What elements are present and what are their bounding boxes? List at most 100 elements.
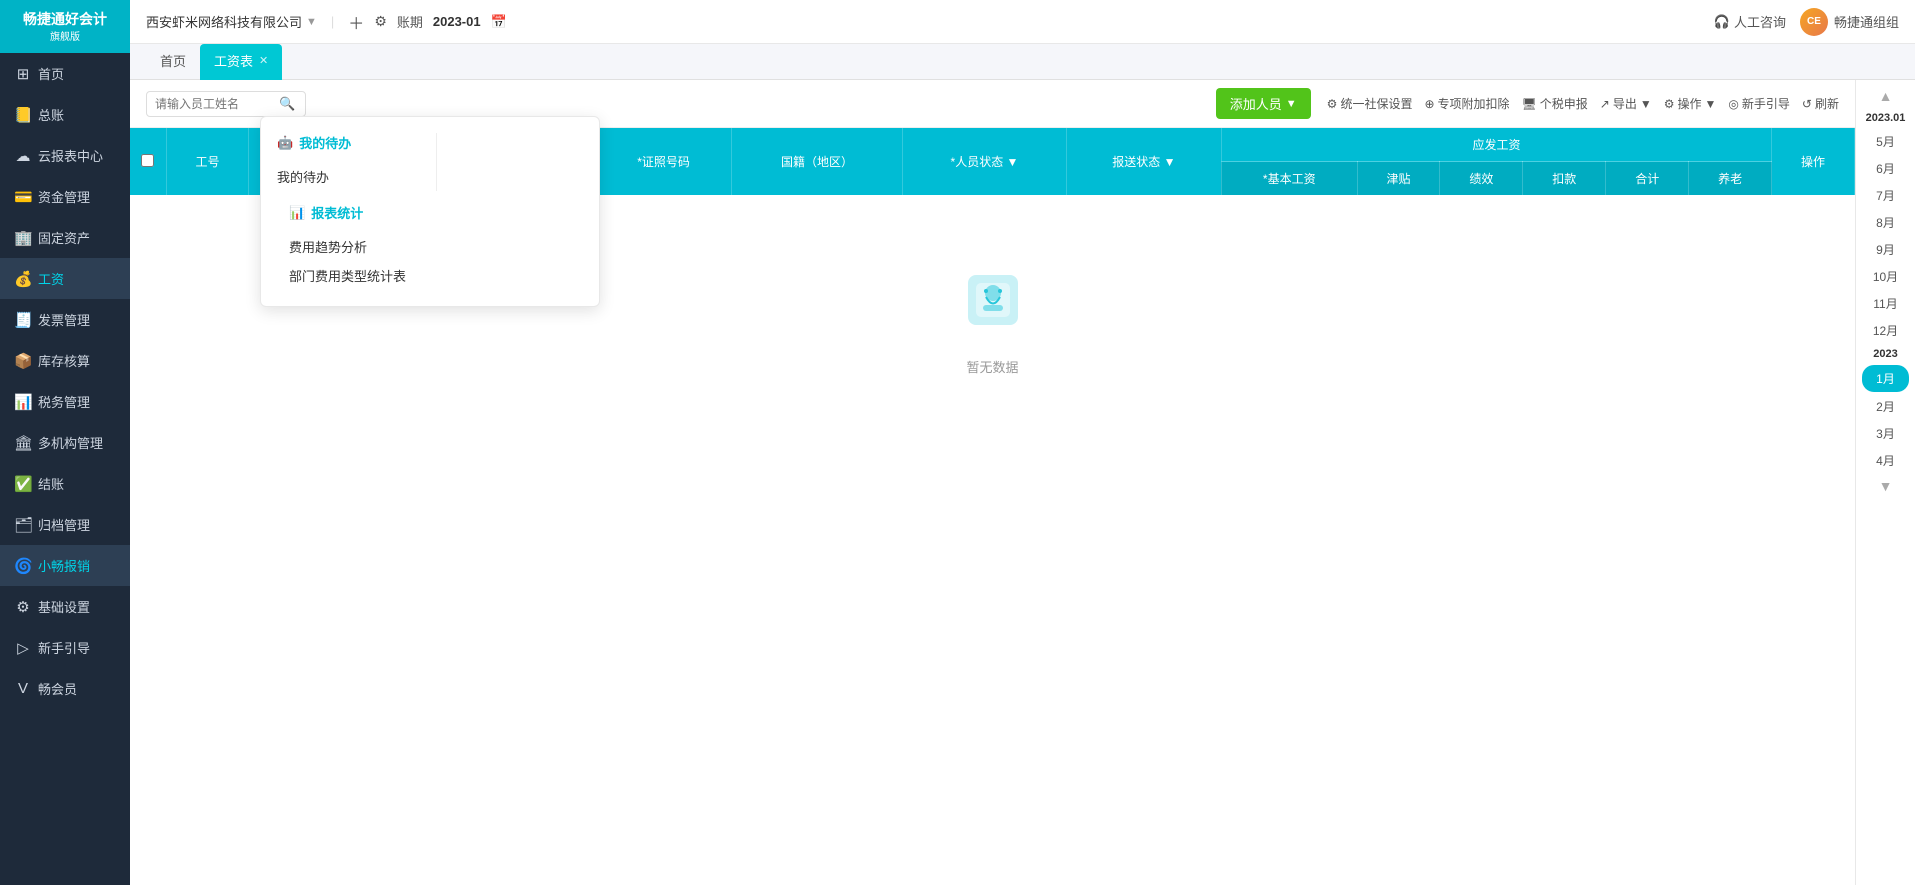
username-label: 畅捷通组组 [1834,12,1899,31]
popup-link-dept[interactable]: 部门费用类型统计表 [289,261,424,290]
sidebar-label-archive: 归档管理 [38,515,90,534]
th-total: 合计 [1606,162,1689,196]
month-item-9[interactable]: 9月 [1856,236,1915,263]
empty-text: 暂无数据 [966,357,1018,376]
toolbar-right: ⚙ 统一社保设置 ⊕ 专项附加扣除 🖥 个税申报 ↗ 导出 ▼ [1327,95,1839,112]
tax-report-label: 个税申报 [1540,95,1588,112]
month-item-10[interactable]: 10月 [1856,263,1915,290]
tab-close-icon[interactable]: ✕ [259,54,268,67]
sidebar-item-multi-org[interactable]: 🏛多机构管理 [0,422,130,463]
home-icon: ⊞ [14,65,32,83]
customer-service-btn[interactable]: 🎧 人工咨询 [1714,12,1786,31]
popup-section-2: 📊 报表统计 费用趋势分析 部门费用类型统计表 [277,203,424,290]
gear-icon: ⚙ [1327,97,1338,111]
month-item-2[interactable]: 2月 [1856,393,1915,420]
sidebar-item-newguide[interactable]: ▷新手引导 [0,627,130,668]
th-wage-group: 应发工资 [1221,128,1771,162]
calendar-icon[interactable]: 📅 [491,14,507,30]
month-item-6[interactable]: 6月 [1856,155,1915,182]
operations-label: 操作 [1678,95,1702,112]
search-icon[interactable]: 🔍 [279,96,295,112]
search-wrap: 🔍 [146,91,306,117]
export-icon: ↗ [1600,97,1610,111]
month-item-11[interactable]: 11月 [1856,290,1915,317]
popup-link-trend[interactable]: 费用趋势分析 [289,232,424,261]
tax-report-btn[interactable]: 🖥 个税申报 [1522,95,1588,112]
operations-btn[interactable]: ⚙ 操作 ▼ [1664,95,1717,112]
sidebar-label-member: 畅会员 [38,679,77,698]
month-item-1[interactable]: 1月 [1862,365,1909,392]
dropdown-arrow-icon: ▼ [1286,98,1297,110]
sidebar-item-ledger[interactable]: 📒总账 [0,94,130,135]
month-item-4[interactable]: 4月 [1856,447,1915,474]
new-guide-btn[interactable]: ◎ 新手引导 [1728,95,1790,112]
cloud-report-icon: ☁ [14,147,32,165]
sidebar-item-salary[interactable]: 💰工资 [0,258,130,299]
sidebar-item-home[interactable]: ⊞首页 [0,53,130,94]
add-person-button[interactable]: 添加人员 ▼ [1216,88,1311,119]
sidebar-label-xiaochang: 小畅报销 [38,556,90,575]
company-name: 西安虾米网络科技有限公司 [146,12,302,31]
settlement-icon: ✅ [14,475,32,493]
sidebar-label-salary: 工资 [38,269,64,288]
social-insurance-label: 统一社保设置 [1340,95,1412,112]
sidebar-nav: ⊞首页📒总账☁云报表中心💳资金管理🏢固定资产💰工资🧾发票管理📦库存核算📊税务管理… [0,53,130,885]
tab-home[interactable]: 首页 [146,44,200,80]
th-job-no: 工号 [166,128,249,195]
export-btn[interactable]: ↗ 导出 ▼ [1600,95,1652,112]
settings-icon[interactable]: ⚙ [374,13,387,30]
refresh-label: 刷新 [1815,95,1839,112]
special-deduction-btn[interactable]: ⊕ 专项附加扣除 [1424,95,1509,112]
refresh-btn[interactable]: ↺ 刷新 [1802,95,1839,112]
screen-icon: 🖥 [1522,97,1537,111]
month-panel: ▲ 2023.01 5月 6月 7月 8月 9月 10月 11月 12月 202… [1855,80,1915,885]
sidebar-label-basic: 基础设置 [38,597,90,616]
archive-icon: 🗂 [14,516,32,534]
sidebar-item-inventory[interactable]: 📦库存核算 [0,340,130,381]
th-operations: 操作 [1772,128,1855,195]
sidebar-item-tax[interactable]: 📊税务管理 [0,381,130,422]
month-nav-up[interactable]: ▲ [1874,84,1898,108]
month-item-12[interactable]: 12月 [1856,317,1915,344]
search-input[interactable] [155,97,275,111]
invoice-icon: 🧾 [14,311,32,329]
add-icon[interactable]: ＋ [348,10,364,34]
select-all-checkbox[interactable] [141,154,154,167]
sidebar-item-member[interactable]: V 畅会员 [0,668,130,709]
popup-link-todo[interactable]: 我的待办 [277,162,424,191]
company-selector[interactable]: 西安虾米网络科技有限公司 ▼ [146,12,317,31]
headset-icon: 🎧 [1714,14,1730,30]
month-item-7[interactable]: 7月 [1856,182,1915,209]
sidebar-label-tax: 税务管理 [38,392,90,411]
member-icon: V [14,680,32,697]
month-nav-down[interactable]: ▼ [1874,474,1898,498]
sidebar-item-fund[interactable]: 💳资金管理 [0,176,130,217]
th-country: 国籍（地区） [731,128,902,195]
sidebar-item-xiaochang[interactable]: 🌀 小畅报销 [0,545,130,586]
sidebar-item-settlement[interactable]: ✅结账 [0,463,130,504]
logo-area: 畅捷通好会计 旗舰版 [0,0,130,53]
sidebar-label-newguide: 新手引导 [38,638,90,657]
sidebar-label-fund: 资金管理 [38,187,90,206]
xiaochang-popup: 🤖 我的待办 我的待办 📊 报表统计 费用趋势分析 部门费用类型统计表 [260,116,600,307]
sidebar-item-cloud-report[interactable]: ☁云报表中心 [0,135,130,176]
logo-sub: 旗舰版 [50,28,80,43]
sidebar-item-archive[interactable]: 🗂 归档管理 [0,504,130,545]
month-item-5[interactable]: 5月 [1856,128,1915,155]
month-item-3[interactable]: 3月 [1856,420,1915,447]
th-checkbox[interactable] [130,128,166,195]
sidebar-item-fixed-asset[interactable]: 🏢固定资产 [0,217,130,258]
user-avatar-area[interactable]: CE 畅捷通组组 [1800,8,1899,36]
social-insurance-btn[interactable]: ⚙ 统一社保设置 [1327,95,1413,112]
th-allowance: 津贴 [1357,162,1440,196]
section2-title: 📊 报表统计 [289,203,424,222]
refresh-icon: ↺ [1802,97,1812,111]
export-label: 导出 [1613,95,1637,112]
logo-title: 畅捷通好会计 [23,10,107,28]
sidebar-item-basic[interactable]: ⚙基础设置 [0,586,130,627]
sidebar-item-invoice[interactable]: 🧾发票管理 [0,299,130,340]
month-item-8[interactable]: 8月 [1856,209,1915,236]
popup-section-1: 🤖 我的待办 我的待办 [277,133,424,191]
xiaochang-icon: 🌀 [14,557,32,575]
tab-salary-table[interactable]: 工资表 ✕ [200,44,282,80]
